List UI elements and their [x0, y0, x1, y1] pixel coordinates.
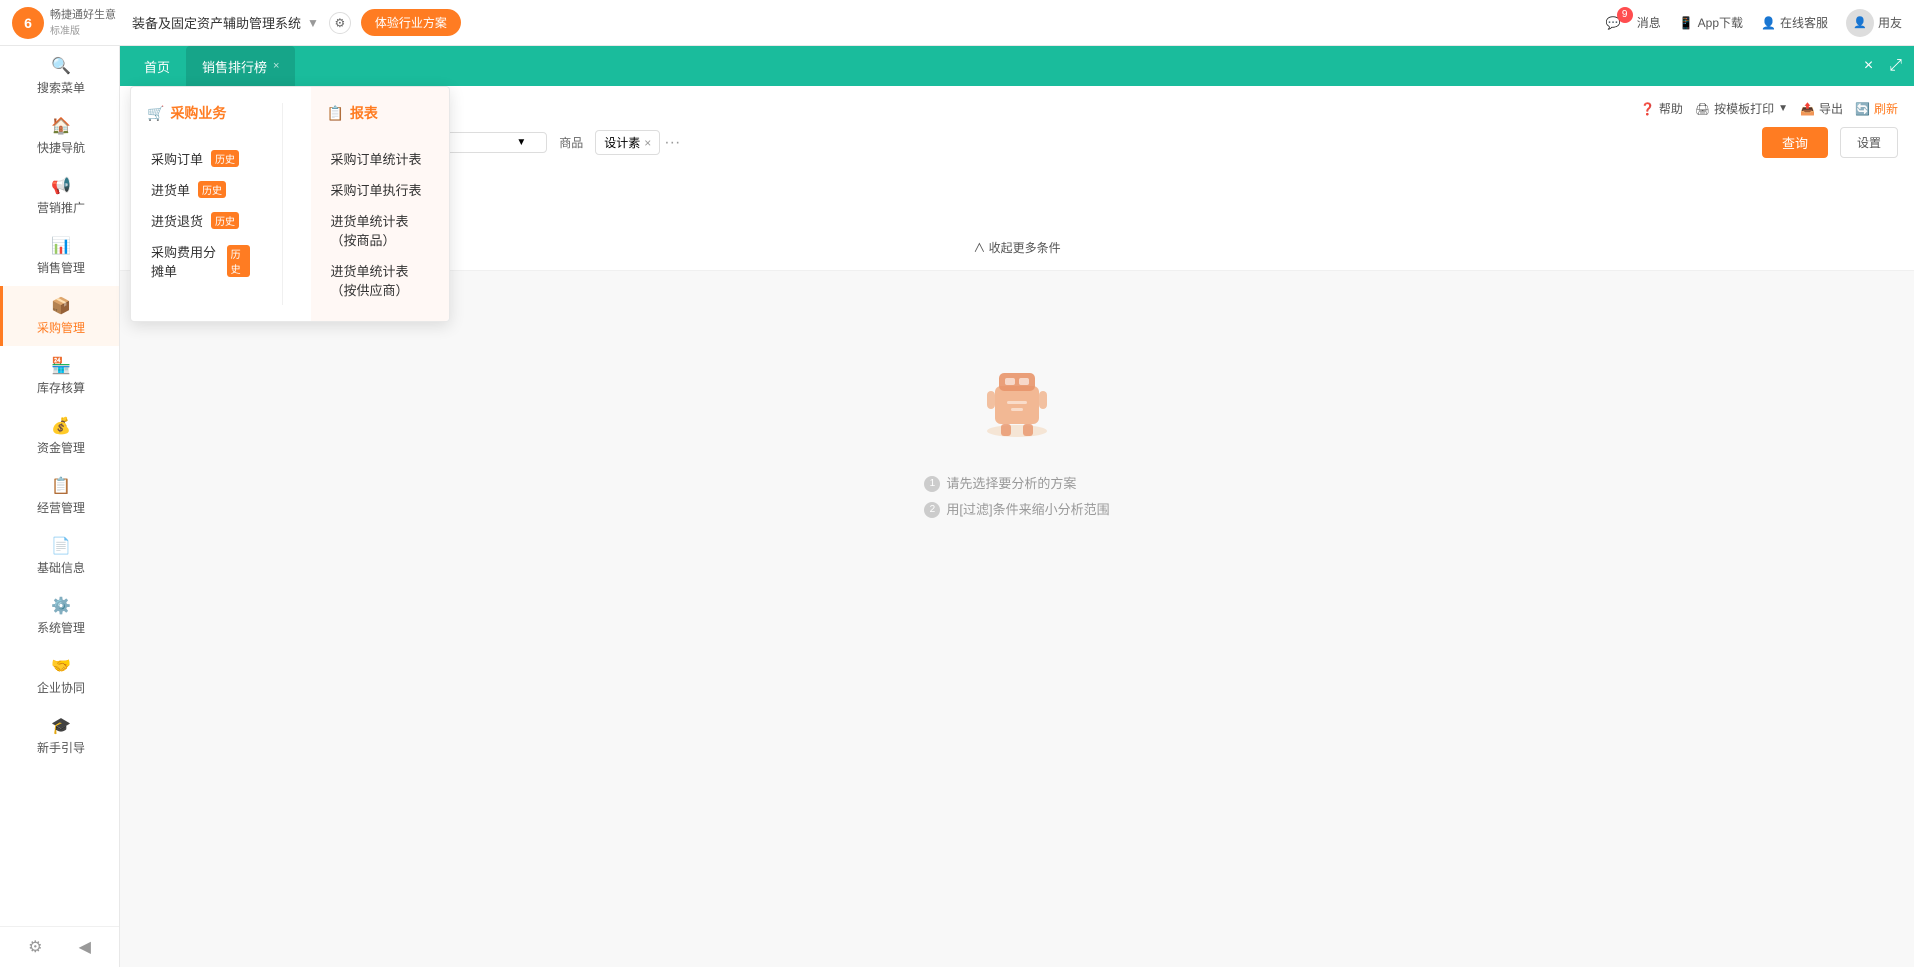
header-center: 装备及固定资产辅助管理系统 ▼ ⚙ 体验行业方案	[132, 9, 1606, 36]
reports-col-title: 📋 报表	[327, 103, 434, 131]
tab-close-icon[interactable]: ×	[273, 60, 279, 72]
export-icon: 📤	[1800, 102, 1815, 116]
user-label: 用友	[1878, 14, 1902, 31]
online-service-action[interactable]: 👤 在线客服	[1761, 14, 1828, 31]
sidebar-item-sales[interactable]: 📊 销售管理	[0, 226, 119, 286]
sidebar-item-search[interactable]: 🔍 搜索菜单	[0, 46, 119, 106]
print-btn[interactable]: 🖨 按模板打印 ▼	[1695, 100, 1788, 117]
search-icon: 🔍	[51, 56, 71, 76]
product-label: 商品	[559, 134, 583, 151]
sidebar-item-newbie[interactable]: 🎓 新手引导	[0, 706, 119, 766]
empty-illustration	[967, 351, 1067, 451]
app-download-action[interactable]: 📱 App下载	[1679, 14, 1743, 31]
operations-icon: 📋	[51, 476, 71, 496]
finance-icon: 💰	[51, 416, 71, 436]
logo-text: 畅捷通好生意	[50, 8, 116, 22]
message-badge: 9	[1617, 7, 1633, 23]
dropdown-item-purchase-order[interactable]: 采购订单 历史	[147, 143, 254, 174]
industry-btn[interactable]: 体验行业方案	[361, 9, 461, 36]
logo-area: 6 畅捷通好生意 标准版	[12, 7, 132, 39]
reports-col-icon: 📋	[327, 105, 344, 122]
product-tag-close[interactable]: ×	[644, 136, 651, 150]
dropdown-item-purchase-in[interactable]: 进货单 历史	[147, 174, 254, 205]
tab-bar: 首页 销售排行榜 × × ⤢	[120, 46, 1914, 86]
tab-maximize-icon[interactable]: ⤢	[1885, 53, 1906, 79]
reports-col: 📋 报表 采购订单统计表 采购订单执行表 进货单统计表（按商品） 进货单统计表（…	[311, 87, 450, 321]
purchase-col-title: 🛒 采购业务	[147, 103, 254, 131]
product-tag: 设计素 ×	[595, 130, 660, 155]
avatar: 👤	[1846, 9, 1874, 37]
history-badge-0: 历史	[211, 150, 239, 167]
help-btn[interactable]: ❓ 帮助	[1640, 100, 1683, 117]
settings-icon[interactable]: ⚙	[329, 12, 351, 34]
system-title: 装备及固定资产辅助管理系统 ▼	[132, 13, 319, 32]
hint-item-2: 2 用[过滤]条件来缩小分析范围	[924, 497, 1109, 523]
sidebar-item-marketing[interactable]: 📢 营销推广	[0, 166, 119, 226]
dropdown-item-purchase-return[interactable]: 进货退货 历史	[147, 205, 254, 236]
inventory-icon: 🏪	[51, 356, 71, 376]
purchase-icon: 📦	[51, 296, 71, 316]
refresh-btn[interactable]: 🔄 刷新	[1855, 100, 1898, 117]
product-filter-dots[interactable]: ···	[664, 134, 680, 152]
sidebar-collapse-btn[interactable]: ◀	[79, 937, 91, 957]
message-label: 消息	[1637, 14, 1661, 31]
phone-icon: 📱	[1679, 16, 1694, 30]
purchase-col: 🛒 采购业务 采购订单 历史 进货单 历史 进货退货 历史 采购费用分摊单 历史	[147, 103, 254, 305]
dropdown-item-report-1[interactable]: 采购订单统计表	[327, 143, 434, 174]
history-badge-1: 历史	[198, 181, 226, 198]
logo-icon: 6	[12, 7, 44, 39]
sidebar-item-operations[interactable]: 📋 经营管理	[0, 466, 119, 526]
tab-home[interactable]: 首页	[128, 46, 186, 86]
sales-icon: 📊	[51, 236, 71, 256]
set-btn[interactable]: 设置	[1840, 127, 1898, 158]
marketing-icon: 📢	[51, 176, 71, 196]
sidebar-item-basic-info[interactable]: 📄 基础信息	[0, 526, 119, 586]
enterprise-icon: 🤝	[51, 656, 71, 676]
system-icon: ⚙️	[51, 596, 71, 616]
purchase-col-icon: 🛒	[147, 105, 164, 122]
logo-sub: 标准版	[50, 22, 116, 37]
home-icon: 🏠	[51, 116, 71, 136]
sidebar-item-finance[interactable]: 💰 资金管理	[0, 406, 119, 466]
top-header: 6 畅捷通好生意 标准版 装备及固定资产辅助管理系统 ▼ ⚙ 体验行业方案 💬 …	[0, 0, 1914, 46]
service-icon: 👤	[1761, 16, 1776, 30]
online-service-label: 在线客服	[1780, 14, 1828, 31]
print-icon: 🖨	[1695, 102, 1710, 116]
purchase-dropdown: 🛒 采购业务 采购订单 历史 进货单 历史 进货退货 历史 采购费用分摊单 历史	[130, 86, 450, 322]
sidebar-bottom: ⚙ ◀	[0, 926, 119, 967]
user-action[interactable]: 👤 用友	[1846, 9, 1902, 37]
header-right: 💬 9 消息 📱 App下载 👤 在线客服 👤 用友	[1606, 9, 1902, 37]
collapse-icon: ∧	[973, 241, 985, 255]
sidebar-item-purchase[interactable]: 📦 采购管理	[0, 286, 119, 346]
refresh-icon: 🔄	[1855, 102, 1870, 116]
message-action[interactable]: 💬 9 消息	[1606, 14, 1661, 31]
help-icon: ❓	[1640, 102, 1655, 116]
sidebar-item-enterprise[interactable]: 🤝 企业协同	[0, 646, 119, 706]
history-badge-2: 历史	[211, 212, 239, 229]
basic-info-icon: 📄	[51, 536, 71, 556]
dropdown-item-purchase-cost[interactable]: 采购费用分摊单 历史	[147, 236, 254, 286]
dropdown-item-report-4[interactable]: 进货单统计表（按供应商）	[327, 255, 434, 305]
dropdown-item-report-3[interactable]: 进货单统计表（按商品）	[327, 205, 434, 255]
sidebar-item-system[interactable]: ⚙️ 系统管理	[0, 586, 119, 646]
export-btn[interactable]: 📤 导出	[1800, 100, 1843, 117]
tab-sales-rank[interactable]: 销售排行榜 ×	[186, 46, 295, 86]
sidebar-settings-btn[interactable]: ⚙	[28, 937, 42, 957]
query-btn[interactable]: 查询	[1762, 127, 1828, 158]
empty-hints: 1 请先选择要分析的方案 2 用[过滤]条件来缩小分析范围	[924, 471, 1109, 523]
sidebar-item-quick-nav[interactable]: 🏠 快捷导航	[0, 106, 119, 166]
sidebar: 🔍 搜索菜单 🏠 快捷导航 📢 营销推广 📊 销售管理 📦 采购管理 🏪 库存核…	[0, 46, 120, 967]
tab-close-all-icon[interactable]: ×	[1860, 53, 1877, 79]
newbie-icon: 🎓	[51, 716, 71, 736]
sidebar-item-inventory[interactable]: 🏪 库存核算	[0, 346, 119, 406]
tab-bar-actions: × ⤢	[1860, 53, 1906, 79]
app-download-label: App下载	[1698, 14, 1743, 31]
hint-item-1: 1 请先选择要分析的方案	[924, 471, 1109, 497]
history-badge-3: 历史	[227, 245, 250, 277]
dropdown-item-report-2[interactable]: 采购订单执行表	[327, 174, 434, 205]
filter-actions: ❓ 帮助 🖨 按模板打印 ▼ 📤 导出 🔄	[1640, 100, 1898, 117]
dropdown-divider	[282, 103, 283, 305]
